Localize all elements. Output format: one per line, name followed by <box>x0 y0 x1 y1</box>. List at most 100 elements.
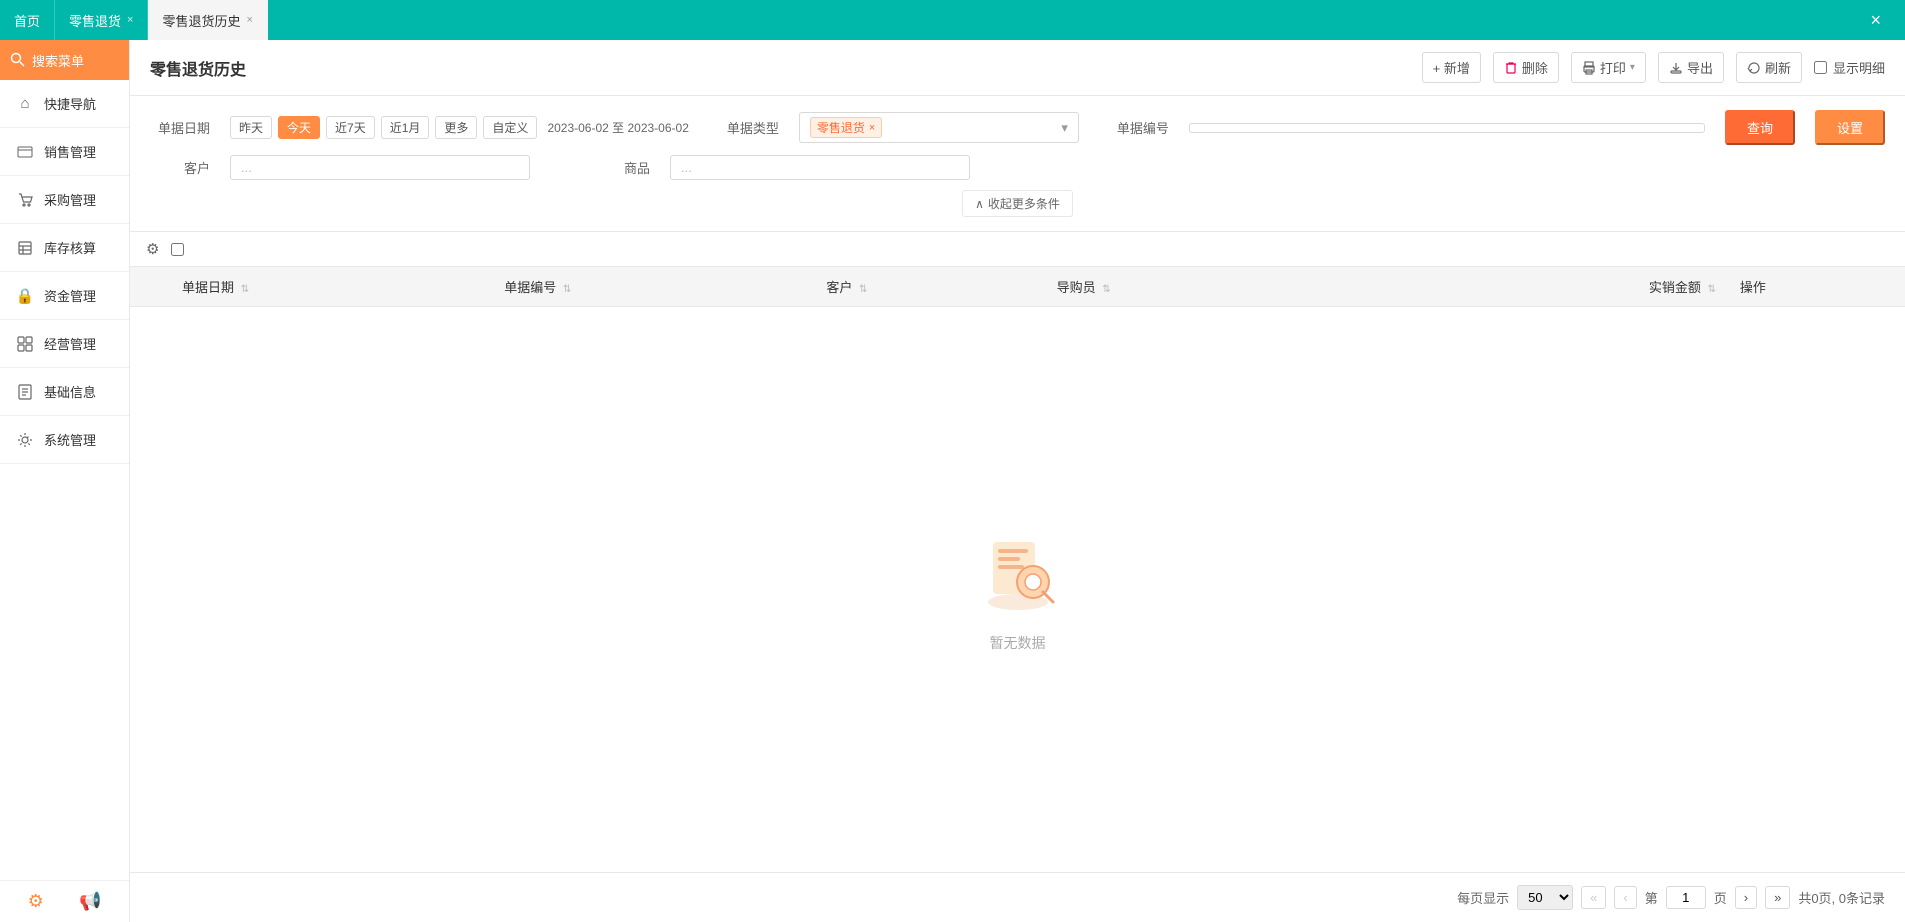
selected-type-tag: 零售退货 × <box>810 117 882 138</box>
th-date[interactable]: 单据日期 ⇅ <box>170 267 492 307</box>
th-amount[interactable]: 实销金额 ⇅ <box>1406 267 1728 307</box>
th-amount-label: 实销金额 <box>1649 280 1701 295</box>
top-bar: 首页 零售退货 × 零售退货历史 × × <box>0 0 1905 40</box>
speaker-icon[interactable]: 📢 <box>79 891 101 912</box>
th-spacer <box>1321 267 1406 307</box>
page-header: 零售退货历史 + 新增 删除 打印 ▾ <box>130 40 1905 96</box>
delete-button-label: 删除 <box>1522 58 1548 77</box>
table-toolbar: ⚙ <box>130 232 1905 267</box>
sidebar-item-operations-label: 经营管理 <box>44 334 96 353</box>
date-btn-custom[interactable]: 自定义 <box>483 116 537 139</box>
tab-retail-return[interactable]: 零售退货 × <box>55 0 148 40</box>
voucher-input[interactable] <box>1189 123 1705 133</box>
empty-state-icon <box>973 527 1063 617</box>
tab-retail-return-close[interactable]: × <box>127 14 133 26</box>
sidebar: 搜索菜单 ⌂ 快捷导航 销售管理 采购管理 <box>0 40 130 922</box>
th-number-label: 单据编号 <box>504 280 556 295</box>
voucher-label: 单据编号 <box>1099 118 1169 137</box>
page-title: 零售退货历史 <box>150 56 246 80</box>
th-date-sort[interactable]: ⇅ <box>241 284 249 295</box>
sidebar-item-purchase-mgmt[interactable]: 采购管理 <box>0 176 129 224</box>
tab-retail-return-history[interactable]: 零售退货历史 × <box>148 0 267 40</box>
th-amount-sort[interactable]: ⇅ <box>1708 284 1716 295</box>
sidebar-item-purchase-mgmt-label: 采购管理 <box>44 190 96 209</box>
sidebar-item-finance[interactable]: 🔒 资金管理 <box>0 272 129 320</box>
date-btn-7days[interactable]: 近7天 <box>326 116 375 139</box>
tab-home[interactable]: 首页 <box>0 0 55 40</box>
sidebar-item-inventory[interactable]: 库存核算 <box>0 224 129 272</box>
type-select-arrow: ▾ <box>1061 120 1068 136</box>
collapse-button[interactable]: ∧ 收起更多条件 <box>962 190 1073 217</box>
table-settings-icon[interactable]: ⚙ <box>146 240 159 258</box>
refresh-button-label: 刷新 <box>1765 58 1791 77</box>
delete-button[interactable]: 删除 <box>1493 52 1559 83</box>
sidebar-item-system-mgmt[interactable]: 系统管理 <box>0 416 129 464</box>
sidebar-item-basic-info[interactable]: 基础信息 <box>0 368 129 416</box>
inventory-icon <box>16 239 34 257</box>
th-actions-label: 操作 <box>1740 280 1766 295</box>
date-btn-1month[interactable]: 近1月 <box>381 116 430 139</box>
customer-placeholder: ... <box>241 160 252 175</box>
filter-row-1: 单据日期 昨天 今天 近7天 近1月 更多 自定义 2023-06-02 至 2… <box>150 110 1885 145</box>
tag-close-icon[interactable]: × <box>869 122 875 134</box>
header-actions: + 新增 删除 打印 ▾ <box>1422 52 1885 83</box>
print-button[interactable]: 打印 ▾ <box>1571 52 1646 83</box>
date-btn-yesterday[interactable]: 昨天 <box>230 116 272 139</box>
display-toggle-checkbox[interactable] <box>1814 61 1827 74</box>
refresh-icon <box>1747 61 1761 75</box>
tab-retail-return-history-close[interactable]: × <box>246 14 252 26</box>
add-button-label: + 新增 <box>1433 58 1470 77</box>
sidebar-item-operations[interactable]: 经营管理 <box>0 320 129 368</box>
table-header-row: 单据日期 ⇅ 单据编号 ⇅ 客户 ⇅ 导购员 ⇅ <box>130 267 1905 307</box>
type-select[interactable]: 零售退货 × ▾ <box>799 112 1079 143</box>
export-button-label: 导出 <box>1687 58 1713 77</box>
th-customer-sort[interactable]: ⇅ <box>859 284 867 295</box>
last-page-btn[interactable]: » <box>1765 886 1790 909</box>
main-layout: 搜索菜单 ⌂ 快捷导航 销售管理 采购管理 <box>0 40 1905 922</box>
date-buttons: 昨天 今天 近7天 近1月 更多 自定义 2023-06-02 至 2023-0… <box>230 116 689 139</box>
home-icon: ⌂ <box>16 95 34 113</box>
date-btn-more[interactable]: 更多 <box>435 116 477 139</box>
th-customer-label: 客户 <box>826 280 852 295</box>
sidebar-item-sales-mgmt[interactable]: 销售管理 <box>0 128 129 176</box>
empty-state-text: 暂无数据 <box>990 633 1046 653</box>
basic-info-icon <box>16 383 34 401</box>
per-page-select[interactable]: 50 10 20 100 <box>1517 885 1573 910</box>
date-btn-today[interactable]: 今天 <box>278 116 320 139</box>
top-bar-right: × <box>1862 6 1905 35</box>
display-toggle[interactable]: 显示明细 <box>1814 58 1885 77</box>
th-number[interactable]: 单据编号 ⇅ <box>492 267 814 307</box>
sidebar-search-label: 搜索菜单 <box>32 51 84 70</box>
goods-input[interactable]: ... <box>670 155 970 180</box>
system-icon <box>16 431 34 449</box>
filter-row-2: 客户 ... 商品 ... <box>150 155 1885 180</box>
collapse-button-label: 收起更多条件 <box>988 195 1060 212</box>
next-page-btn[interactable]: › <box>1735 886 1757 909</box>
prev-page-btn[interactable]: ‹ <box>1614 886 1636 909</box>
sidebar-item-sales-mgmt-label: 销售管理 <box>44 142 96 161</box>
filter-settings-button[interactable]: 设置 <box>1815 110 1885 145</box>
query-button[interactable]: 查询 <box>1725 110 1795 145</box>
sidebar-item-finance-label: 资金管理 <box>44 286 96 305</box>
th-number-sort[interactable]: ⇅ <box>563 284 571 295</box>
page-input[interactable] <box>1666 886 1706 909</box>
page-suffix-label: 页 <box>1714 888 1727 907</box>
window-close-button[interactable]: × <box>1862 6 1889 35</box>
settings-bottom-icon[interactable]: ⚙ <box>28 891 44 912</box>
customer-input[interactable]: ... <box>230 155 530 180</box>
th-guide-sort[interactable]: ⇅ <box>1102 284 1110 295</box>
first-page-btn[interactable]: « <box>1581 886 1606 909</box>
sidebar-item-quick-nav[interactable]: ⌂ 快捷导航 <box>0 80 129 128</box>
export-button[interactable]: 导出 <box>1658 52 1724 83</box>
sidebar-item-system-mgmt-label: 系统管理 <box>44 430 96 449</box>
add-button[interactable]: + 新增 <box>1422 52 1481 83</box>
th-customer[interactable]: 客户 ⇅ <box>814 267 1044 307</box>
sidebar-search[interactable]: 搜索菜单 <box>0 40 129 80</box>
print-dropdown-icon[interactable]: ▾ <box>1630 62 1635 73</box>
table-container: ⚙ 单据日期 ⇅ 单据编号 ⇅ <box>130 232 1905 872</box>
sales-icon <box>16 143 34 161</box>
refresh-button[interactable]: 刷新 <box>1736 52 1802 83</box>
display-toggle-label: 显示明细 <box>1833 58 1885 77</box>
select-all-checkbox[interactable] <box>171 243 184 256</box>
th-guide[interactable]: 导购员 ⇅ <box>1045 267 1321 307</box>
